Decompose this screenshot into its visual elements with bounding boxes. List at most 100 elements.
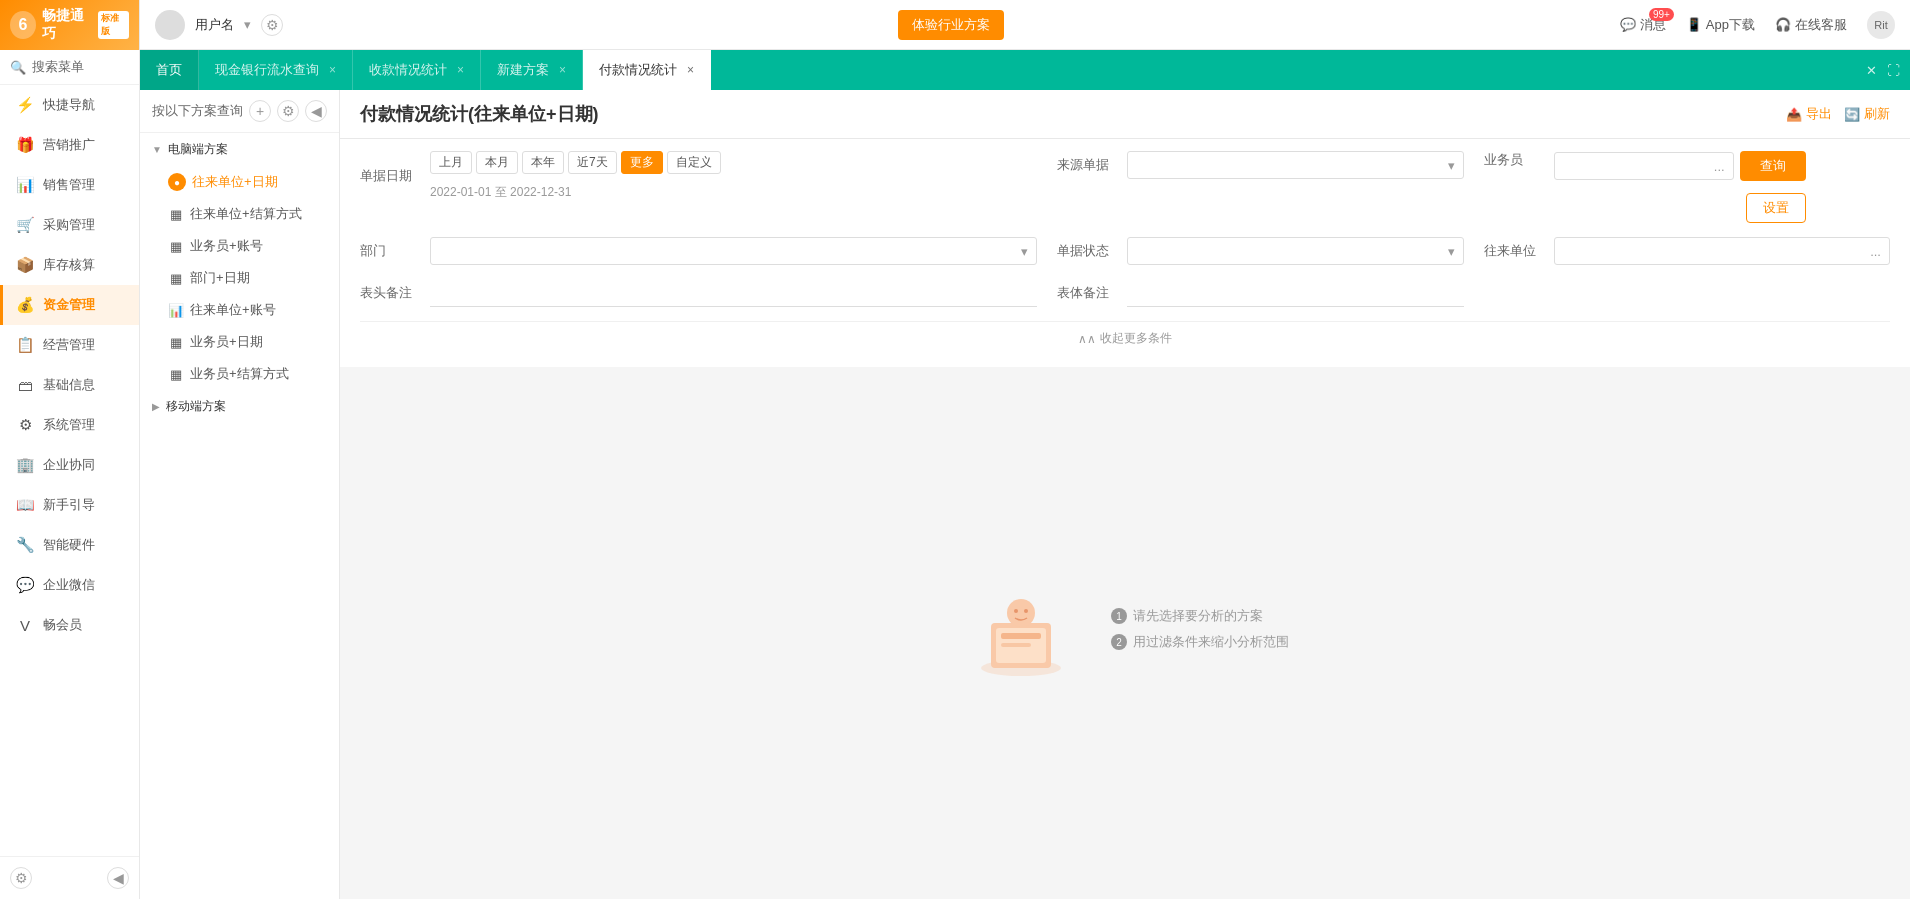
voucher-status-select[interactable]: ▾ xyxy=(1127,237,1463,265)
panel-settings-btn[interactable]: ⚙ xyxy=(277,100,299,122)
header-note-label: 表头备注 xyxy=(360,284,420,302)
header-note-input[interactable] xyxy=(430,279,1037,307)
sidebar-item-quick-nav[interactable]: ⚡快捷导航 xyxy=(0,85,139,125)
date-last-7-days-btn[interactable]: 近7天 xyxy=(568,151,617,174)
message-icon: 💬 xyxy=(1620,17,1636,32)
page-actions: 📤 导出 🔄 刷新 xyxy=(1786,105,1890,123)
sidebar-item-operations[interactable]: 📋经营管理 xyxy=(0,325,139,365)
sidebar-item-marketing[interactable]: 🎁营销推广 xyxy=(0,125,139,165)
partner-filter: 往来单位 ... xyxy=(1484,237,1890,265)
tab-close-receipt-stats[interactable]: × xyxy=(457,63,464,77)
panel-item-partner-date[interactable]: ●往来单位+日期 xyxy=(140,166,339,198)
body-note-input[interactable] xyxy=(1127,279,1463,307)
nav-icon-finance: 💰 xyxy=(15,295,35,315)
trial-btn[interactable]: 体验行业方案 xyxy=(898,10,1004,40)
export-btn[interactable]: 📤 导出 xyxy=(1786,105,1832,123)
collapse-label: 收起更多条件 xyxy=(1100,330,1172,347)
date-this-month-btn[interactable]: 本月 xyxy=(476,151,518,174)
tab-close-new-scheme[interactable]: × xyxy=(559,63,566,77)
dropdown-icon[interactable]: ▾ xyxy=(244,17,251,32)
close-all-icon[interactable]: ✕ xyxy=(1866,63,1877,78)
topbar-settings-icon[interactable]: ⚙ xyxy=(261,14,283,36)
tab-home[interactable]: 首页 xyxy=(140,50,199,90)
sidebar-item-wechat[interactable]: 💬企业微信 xyxy=(0,565,139,605)
tabbar: 首页现金银行流水查询×收款情况统计×新建方案×付款情况统计× ✕ ⛶ xyxy=(140,50,1910,90)
panel-item-staff-date[interactable]: ▦ 业务员+日期 xyxy=(140,326,339,358)
panel-item-staff-settle[interactable]: ▦业务员+结算方式 xyxy=(140,358,339,390)
source-filter: 来源单据 ▾ xyxy=(1057,151,1463,179)
settings-display-btn[interactable]: 设置 xyxy=(1746,193,1806,223)
sidebar-item-enterprise[interactable]: 🏢企业协同 xyxy=(0,445,139,485)
search-menu[interactable]: 🔍 搜索菜单 xyxy=(0,50,139,85)
panel-section-title-mobile[interactable]: ▶移动端方案 xyxy=(140,390,339,423)
sidebar-item-inventory[interactable]: 📦库存核算 xyxy=(0,245,139,285)
empty-hint-1: 1 请先选择要分析的方案 xyxy=(1111,607,1289,625)
user-avatar[interactable]: Rit xyxy=(1867,11,1895,39)
panel-item-staff-account[interactable]: ▦业务员+账号 xyxy=(140,230,339,262)
sidebar-item-hardware[interactable]: 🔧智能硬件 xyxy=(0,525,139,565)
tab-close-bank-flow[interactable]: × xyxy=(329,63,336,77)
panel-section-title-desktop[interactable]: ▼ 电脑端方案 xyxy=(140,133,339,166)
app-download-btn[interactable]: 📱 App下载 xyxy=(1686,16,1755,34)
staff-filter: 业务员 ... 查询 设置 xyxy=(1484,151,1890,223)
edition-badge: 标准版 xyxy=(98,11,129,39)
user-avatar-text: Rit xyxy=(1874,19,1887,31)
date-more-btn[interactable]: 更多 xyxy=(621,151,663,174)
tab-label-new-scheme: 新建方案 xyxy=(497,61,549,79)
hint-num-1: 1 xyxy=(1111,608,1127,624)
left-panel: 按以下方案查询 + ⚙ ◀ ▼电脑端方案●往来单位+日期▦往来单位+结算方式▦业… xyxy=(140,90,340,899)
panel-item-partner-settle[interactable]: ▦往来单位+结算方式 xyxy=(140,198,339,230)
partner-control: ... xyxy=(1554,237,1890,265)
source-select[interactable]: ▾ xyxy=(1127,151,1463,179)
collapse-btn[interactable]: ∧∧ 收起更多条件 xyxy=(360,321,1890,355)
sidebar-item-guide[interactable]: 📖新手引导 xyxy=(0,485,139,525)
nav-label-operations: 经营管理 xyxy=(43,336,95,354)
tab-receipt-stats[interactable]: 收款情况统计× xyxy=(353,50,481,90)
item-label-dept-date: 部门+日期 xyxy=(190,269,250,287)
online-service-btn[interactable]: 🎧 在线客服 xyxy=(1775,16,1847,34)
download-icon: 📱 xyxy=(1686,17,1702,32)
date-label: 单据日期 xyxy=(360,167,420,185)
sidebar-bottom: ⚙ ◀ xyxy=(0,856,139,899)
expand-icon[interactable]: ⛶ xyxy=(1887,63,1900,78)
notifications-badge: 99+ xyxy=(1649,8,1674,21)
panel-add-btn[interactable]: + xyxy=(249,100,271,122)
date-custom-btn[interactable]: 自定义 xyxy=(667,151,721,174)
item-icon-staff-date: ▦ xyxy=(168,334,184,350)
page-title: 付款情况统计(往来单位+日期) xyxy=(360,102,599,126)
nav-label-marketing: 营销推广 xyxy=(43,136,95,154)
item-label-staff-date: 业务员+日期 xyxy=(190,333,263,351)
refresh-btn[interactable]: 🔄 刷新 xyxy=(1844,105,1890,123)
tab-payment-stats[interactable]: 付款情况统计× xyxy=(583,50,711,90)
sidebar-item-system[interactable]: ⚙系统管理 xyxy=(0,405,139,445)
sidebar-item-finance[interactable]: 💰资金管理 xyxy=(0,285,139,325)
tab-close-payment-stats[interactable]: × xyxy=(687,63,694,77)
panel-item-partner-account[interactable]: 📊往来单位+账号 xyxy=(140,294,339,326)
dept-control: ▾ xyxy=(430,237,1037,265)
date-filter: 单据日期 上月 本月 本年 近7天 更多 自定义 2022- xyxy=(360,151,1037,201)
header-note-control xyxy=(430,279,1037,307)
panel-collapse-btn[interactable]: ◀ xyxy=(305,100,327,122)
sidebar-item-purchase[interactable]: 🛒采购管理 xyxy=(0,205,139,245)
dept-select[interactable]: ▾ xyxy=(430,237,1037,265)
panel-item-dept-date[interactable]: ▦部门+日期 xyxy=(140,262,339,294)
sidebar-collapse-btn[interactable]: ◀ xyxy=(107,867,129,889)
nav-icon-purchase: 🛒 xyxy=(15,215,35,235)
tab-bank-flow[interactable]: 现金银行流水查询× xyxy=(199,50,353,90)
arrow-icon-desktop: ▼ xyxy=(152,144,162,155)
sidebar-item-vip[interactable]: V畅会员 xyxy=(0,605,139,645)
staff-select[interactable]: ... xyxy=(1554,152,1734,180)
right-content: 付款情况统计(往来单位+日期) 📤 导出 🔄 刷新 xyxy=(340,90,1910,899)
date-this-year-btn[interactable]: 本年 xyxy=(522,151,564,174)
sidebar-settings-btn[interactable]: ⚙ xyxy=(10,867,32,889)
sidebar-item-basic-info[interactable]: 🗃基础信息 xyxy=(0,365,139,405)
partner-select[interactable]: ... xyxy=(1554,237,1890,265)
nav-label-inventory: 库存核算 xyxy=(43,256,95,274)
query-btn[interactable]: 查询 xyxy=(1740,151,1806,181)
svg-point-6 xyxy=(1014,609,1018,613)
tab-new-scheme[interactable]: 新建方案 × xyxy=(481,50,583,90)
notifications-btn[interactable]: 💬 消息 99+ xyxy=(1620,16,1666,34)
section-label-desktop: 电脑端方案 xyxy=(168,141,228,158)
date-last-month-btn[interactable]: 上月 xyxy=(430,151,472,174)
sidebar-item-sales[interactable]: 📊销售管理 xyxy=(0,165,139,205)
